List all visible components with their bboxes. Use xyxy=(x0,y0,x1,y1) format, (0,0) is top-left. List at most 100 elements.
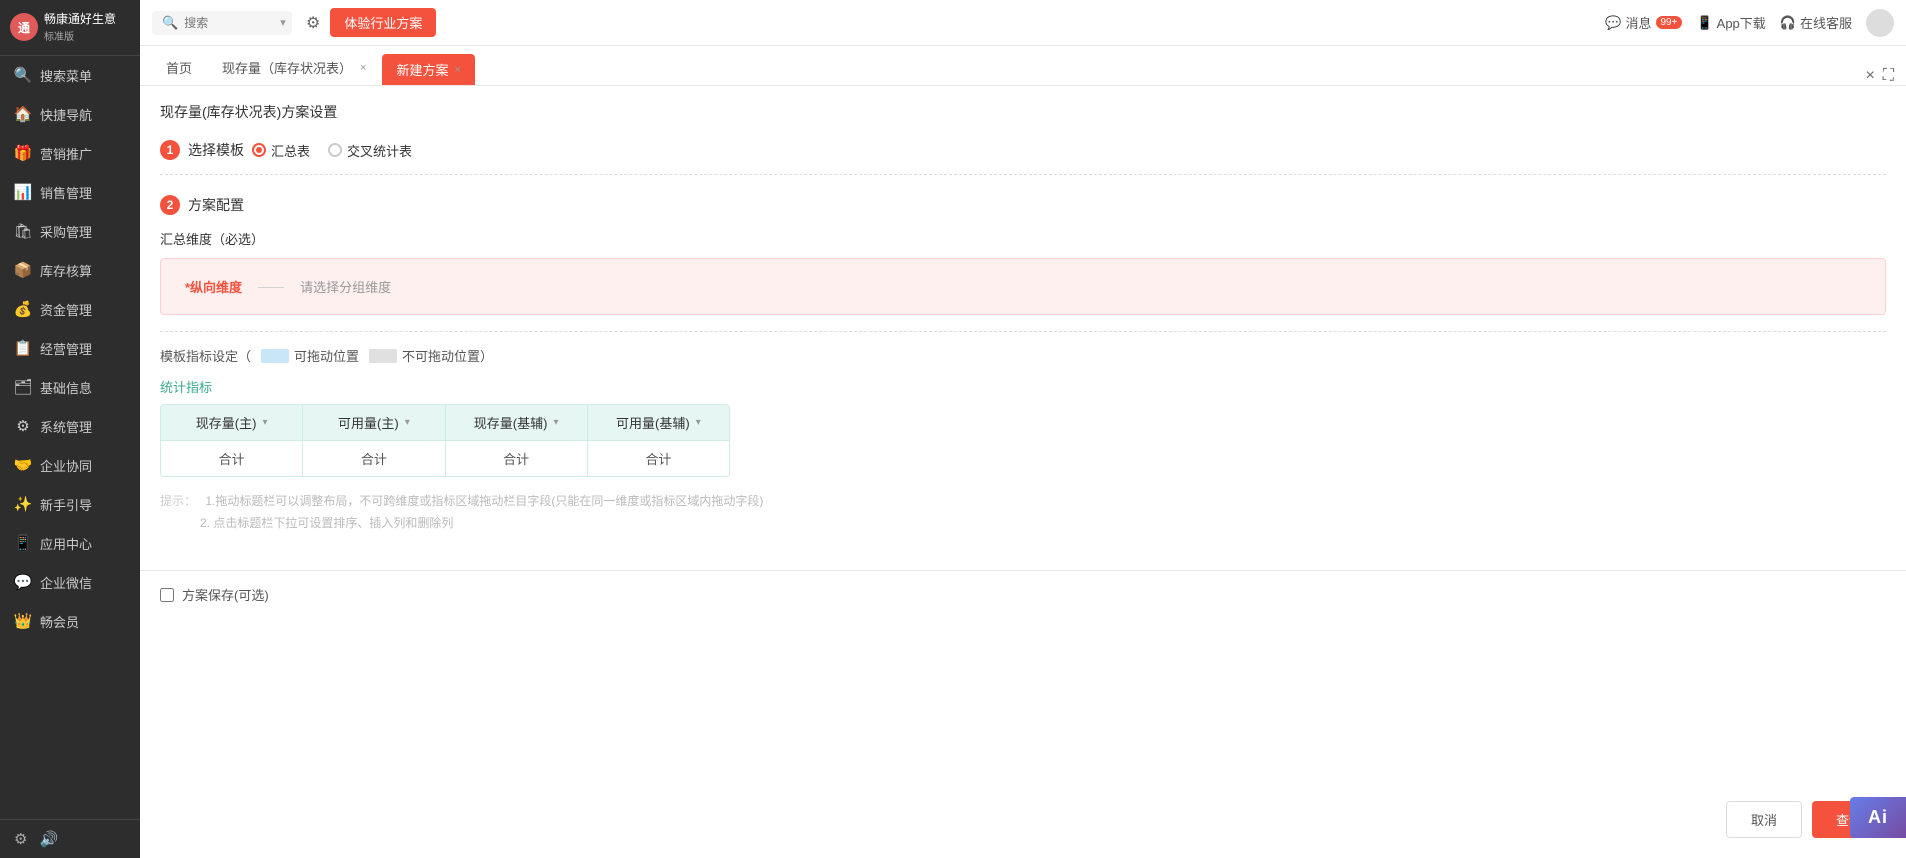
search-icon: 🔍 xyxy=(162,15,178,31)
section1-num: 1 xyxy=(160,140,180,160)
sidebar-item-label: 企业微信 xyxy=(40,573,92,592)
sidebar-item-finance[interactable]: 💰 资金管理 xyxy=(0,290,140,329)
sidebar-item-label: 应用中心 xyxy=(40,534,92,553)
sidebar-item-label: 营销推广 xyxy=(40,144,92,163)
topbar-gear-icon[interactable]: ⚙ xyxy=(306,13,320,33)
tab-inventory-status[interactable]: 现存量（库存状况表） × xyxy=(208,50,380,85)
sidebar-item-cooperation[interactable]: 🤝 企业协同 xyxy=(0,446,140,485)
dimension-placeholder[interactable]: 请选择分组维度 xyxy=(300,277,391,296)
stats-col-2-header[interactable]: 可用量(主) ▾ xyxy=(303,405,445,440)
app-download-link[interactable]: 📱 App下载 xyxy=(1696,13,1765,32)
volume-icon[interactable]: 🔊 xyxy=(39,830,58,848)
stats-col-1-body: 合计 xyxy=(161,440,303,476)
phone-icon: 📱 xyxy=(14,534,32,552)
stats-table: 现存量(主) ▾ 可用量(主) ▾ 现存量(基辅) ▾ 可用量(基辅) xyxy=(160,404,730,477)
sidebar-footer: ⚙ 🔊 xyxy=(0,819,140,858)
page-title: 现存量(库存状况表)方案设置 xyxy=(160,102,1886,122)
stats-col-2-label: 可用量(主) xyxy=(338,413,399,432)
sidebar-logo: 通 畅康通好生意 标准版 xyxy=(0,0,140,56)
sidebar-item-label: 快捷导航 xyxy=(40,105,92,124)
headset-icon: 🎧 xyxy=(1780,15,1796,31)
tabs-bar: 首页 现存量（库存状况表） × 新建方案 × × ⛶ xyxy=(140,46,1906,86)
tab-inventory-close[interactable]: × xyxy=(360,62,366,74)
template-indicators: 模板指标设定（ 可拖动位置 不可拖动位置） xyxy=(160,346,1886,365)
sidebar-item-sales[interactable]: 📊 销售管理 xyxy=(0,173,140,212)
sidebar-item-search[interactable]: 🔍 搜索菜单 xyxy=(0,56,140,95)
topbar: 🔍 ▾ ⚙ 体验行业方案 💬 消息 99+ 📱 App下载 🎧 在线客服 xyxy=(140,0,1906,46)
folder-icon: 🗂 xyxy=(14,378,32,396)
search-input[interactable] xyxy=(184,16,274,30)
messages-button[interactable]: 💬 消息 99+ xyxy=(1605,13,1682,32)
sidebar-item-shortcut[interactable]: 🏠 快捷导航 xyxy=(0,95,140,134)
window-expand-icon[interactable]: ⛶ xyxy=(1883,67,1894,85)
message-icon: 💬 xyxy=(1605,15,1621,31)
stats-title: 统计指标 xyxy=(160,377,1886,396)
clipboard-icon: 📋 xyxy=(14,339,32,357)
sidebar-item-label: 系统管理 xyxy=(40,417,92,436)
stats-col-1-dropdown[interactable]: ▾ xyxy=(262,417,267,428)
settings-icon[interactable]: ⚙ xyxy=(14,830,27,848)
stats-col-2-dropdown[interactable]: ▾ xyxy=(405,417,410,428)
messages-badge: 99+ xyxy=(1656,16,1683,29)
radio-summary[interactable]: 汇总表 xyxy=(252,141,310,160)
handshake-icon: 🤝 xyxy=(14,456,32,474)
tip-2: 2. 点击标题栏下拉可设置排序、插入列和删除列 xyxy=(200,516,453,530)
template-radio-group: 汇总表 交叉统计表 xyxy=(252,141,412,160)
tip-1: 1.拖动标题栏可以调整布局，不可跨维度或指标区域拖动栏目字段(只能在同一维度或指… xyxy=(205,494,763,508)
indicator-draggable-box xyxy=(261,349,289,363)
dropdown-icon[interactable]: ▾ xyxy=(280,16,286,29)
indicator-fixed: 不可拖动位置） xyxy=(369,346,493,365)
sidebar-item-label: 新手引导 xyxy=(40,495,92,514)
ai-badge[interactable]: Ai xyxy=(1850,797,1906,838)
stats-col-1-label: 现存量(主) xyxy=(196,413,257,432)
sidebar-item-inventory[interactable]: 📦 库存核算 xyxy=(0,251,140,290)
tab-home[interactable]: 首页 xyxy=(152,50,206,85)
stats-col-4-dropdown[interactable]: ▾ xyxy=(696,417,701,428)
stats-col-4-body: 合计 xyxy=(588,440,729,476)
sidebar-item-member[interactable]: 👑 畅会员 xyxy=(0,602,140,641)
stats-col-1-header[interactable]: 现存量(主) ▾ xyxy=(161,405,303,440)
gift-icon: 🎁 xyxy=(14,144,32,162)
app-logo-text: 畅康通好生意 标准版 xyxy=(44,12,116,43)
section1-header: 1 选择模板 汇总表 交叉统计表 xyxy=(160,140,1886,160)
section-plan-config: 2 方案配置 汇总维度（必选） *纵向维度 —— 请选择分组维度 模板指标设定（… xyxy=(160,195,1886,534)
section1-divider xyxy=(160,174,1886,175)
indicator-fixed-label: 不可拖动位置） xyxy=(402,346,493,365)
online-support-link[interactable]: 🎧 在线客服 xyxy=(1780,13,1852,32)
radio-crosstab[interactable]: 交叉统计表 xyxy=(328,141,412,160)
sidebar-item-label: 采购管理 xyxy=(40,222,92,241)
sidebar-item-purchase[interactable]: 🛍 采购管理 xyxy=(0,212,140,251)
indicator-draggable: 可拖动位置 xyxy=(261,346,359,365)
sidebar: 通 畅康通好生意 标准版 🔍 搜索菜单 🏠 快捷导航 🎁 营销推广 📊 销售管理… xyxy=(0,0,140,858)
tab-new-close[interactable]: × xyxy=(454,64,460,76)
radio-crosstab-label: 交叉统计表 xyxy=(347,141,412,160)
sidebar-item-label: 企业协同 xyxy=(40,456,92,475)
save-checkbox[interactable] xyxy=(160,588,174,602)
stats-col-3-header[interactable]: 现存量(基辅) ▾ xyxy=(446,405,588,440)
sidebar-item-marketing[interactable]: 🎁 营销推广 xyxy=(0,134,140,173)
user-avatar[interactable] xyxy=(1866,9,1894,37)
sidebar-item-wechat[interactable]: 💬 企业微信 xyxy=(0,563,140,602)
sidebar-item-operation[interactable]: 📋 经营管理 xyxy=(0,329,140,368)
chart-icon: 📊 xyxy=(14,183,32,201)
section-select-template: 1 选择模板 汇总表 交叉统计表 xyxy=(160,140,1886,175)
sidebar-item-system[interactable]: ⚙ 系统管理 xyxy=(0,407,140,446)
sidebar-item-label: 库存核算 xyxy=(40,261,92,280)
sidebar-item-basic[interactable]: 🗂 基础信息 xyxy=(0,368,140,407)
tab-new-plan[interactable]: 新建方案 × xyxy=(382,54,474,85)
content-area: 现存量(库存状况表)方案设置 1 选择模板 汇总表 交叉统计表 xyxy=(140,86,1906,858)
main-wrapper: 🔍 ▾ ⚙ 体验行业方案 💬 消息 99+ 📱 App下载 🎧 在线客服 xyxy=(140,0,1906,858)
tabs-right-icons: × ⛶ xyxy=(1865,67,1894,85)
radio-dot-crosstab xyxy=(328,143,342,157)
indicator-draggable-label: 可拖动位置 xyxy=(294,346,359,365)
stats-col-3-dropdown[interactable]: ▾ xyxy=(553,417,558,428)
sparkle-icon: ✨ xyxy=(14,495,32,513)
sidebar-item-appstore[interactable]: 📱 应用中心 xyxy=(0,524,140,563)
cancel-button[interactable]: 取消 xyxy=(1726,801,1802,838)
sidebar-item-guide[interactable]: ✨ 新手引导 xyxy=(0,485,140,524)
window-close-icon[interactable]: × xyxy=(1865,67,1874,85)
experience-button[interactable]: 体验行业方案 xyxy=(330,8,436,37)
stats-col-4-header[interactable]: 可用量(基辅) ▾ xyxy=(588,405,729,440)
sidebar-item-label: 畅会员 xyxy=(40,612,79,631)
save-label: 方案保存(可选) xyxy=(182,585,269,604)
